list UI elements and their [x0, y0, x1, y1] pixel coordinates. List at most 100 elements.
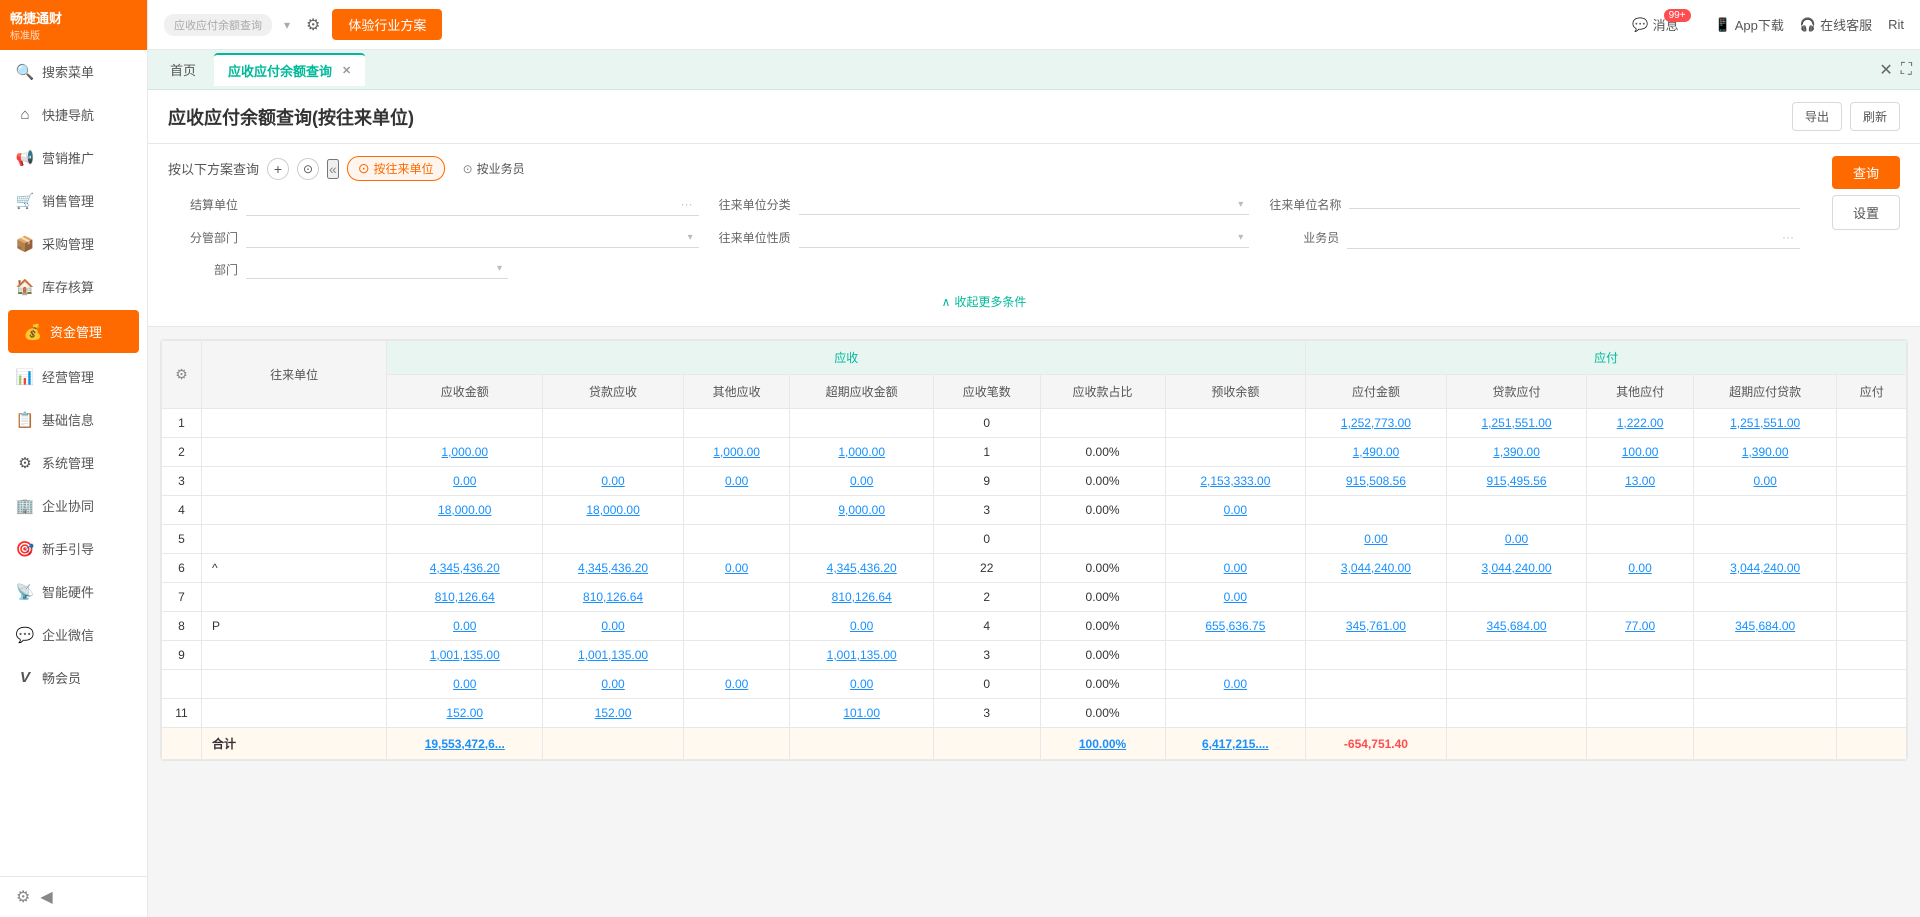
total-ar-prepay[interactable]: 6,417,215....: [1165, 728, 1306, 760]
corp-wechat-icon: 💬: [16, 626, 34, 644]
jiesuan-input-wrapper[interactable]: ···: [246, 193, 699, 216]
sidebar-item-finance[interactable]: 💰 资金管理: [8, 310, 139, 353]
table-row: 21,000.001,000.001,000.0010.00%1,490.001…: [162, 438, 1907, 467]
sidebar-item-inventory[interactable]: 🏠 库存核算: [0, 265, 147, 308]
th-ap-group: 应付: [1306, 341, 1907, 375]
filter-top: 按以下方案查询 + ⊙ « ⊙ 按往来单位 ⊙ 按业务员: [168, 156, 1800, 181]
filter-scheme2[interactable]: ⊙ 按业务员: [453, 157, 535, 180]
wanglai-fenlei-wrapper[interactable]: ▾: [799, 195, 1250, 215]
th-ap-other: 其他应付: [1587, 375, 1694, 409]
table-row: 6^4,345,436.204,345,436.200.004,345,436.…: [162, 554, 1907, 583]
msg-area[interactable]: 💬 消息 99+: [1632, 15, 1678, 34]
scheme1-icon: ⊙: [358, 160, 370, 177]
total-ar[interactable]: 19,553,472,6...: [387, 728, 543, 760]
settings-button[interactable]: 设置: [1832, 195, 1900, 230]
yewuyuan-wrapper[interactable]: ···: [1347, 226, 1800, 249]
filter-field-jiesuan: 结算单位 ···: [168, 193, 699, 216]
sidebar-item-label: 库存核算: [42, 277, 94, 296]
tab-home[interactable]: 首页: [156, 54, 210, 85]
fenguang-label: 分管部门: [168, 229, 238, 246]
collapse-more-btn[interactable]: ∧ 收起更多条件: [168, 289, 1800, 314]
topbar-right: 💬 消息 99+ 📱 App下载 🎧 在线客服 Rit: [1632, 15, 1904, 34]
sidebar-item-sales[interactable]: 🛒 销售管理: [0, 179, 147, 222]
th-ap-overdue: 超期应付贷款: [1693, 375, 1837, 409]
sidebar-item-member[interactable]: V 畅会员: [0, 656, 147, 699]
th-ar-group: 应收: [387, 341, 1306, 375]
settings-bottom-icon[interactable]: ⚙: [16, 887, 30, 907]
bumen-arrow[interactable]: ▾: [497, 263, 502, 274]
sidebar-item-system[interactable]: ⚙ 系统管理: [0, 441, 147, 484]
filter-row-2: 分管部门 ▾ 往来单位性质 ▾: [168, 226, 1800, 249]
wanglai-xingzhi-arrow[interactable]: ▾: [1238, 232, 1243, 243]
filter-area: 按以下方案查询 + ⊙ « ⊙ 按往来单位 ⊙ 按业务员: [148, 144, 1920, 327]
tab-close-icon[interactable]: ✕: [342, 64, 351, 77]
bumen-wrapper[interactable]: ▾: [246, 259, 508, 279]
filter-field-wanglai-fenlei: 往来单位分类 ▾: [719, 195, 1250, 215]
total-ar-ratio: 100.00%: [1040, 728, 1165, 760]
sidebar-item-purchase[interactable]: 📦 采购管理: [0, 222, 147, 265]
table-row: 0.000.000.000.0000.00%0.00: [162, 670, 1907, 699]
table-gear-icon[interactable]: ⚙: [175, 366, 188, 383]
search-menu-icon: 🔍: [16, 63, 34, 81]
industry-btn[interactable]: 体验行业方案: [332, 9, 442, 40]
filter-schema-button[interactable]: ⊙: [297, 158, 319, 180]
sidebar-item-label: 基础信息: [42, 410, 94, 429]
sidebar-item-corp-collab[interactable]: 🏢 企业协同: [0, 484, 147, 527]
sidebar-item-label: 资金管理: [50, 322, 102, 341]
tab-expand-btn[interactable]: ⛶: [1901, 61, 1912, 79]
export-button[interactable]: 导出: [1792, 102, 1842, 131]
wanglai-xingzhi-wrapper[interactable]: ▾: [799, 228, 1250, 248]
tab-arbalance-label: 应收应付余额查询: [228, 61, 332, 80]
inventory-icon: 🏠: [16, 278, 34, 296]
query-button[interactable]: 查询: [1832, 156, 1900, 189]
refresh-button[interactable]: 刷新: [1850, 102, 1900, 131]
fenguang-arrow[interactable]: ▾: [688, 232, 693, 243]
msg-badge: 99+: [1664, 9, 1691, 22]
tab-arbalance[interactable]: 应收应付余额查询 ✕: [214, 53, 365, 86]
th-ar-overdue: 超期应收金额: [790, 375, 934, 409]
jiesuan-label: 结算单位: [168, 196, 238, 213]
fenguang-wrapper[interactable]: ▾: [246, 228, 699, 248]
table-row: 418,000.0018,000.009,000.0030.00%0.00: [162, 496, 1907, 525]
jiesuan-dots-icon[interactable]: ···: [681, 197, 693, 211]
bumen-label: 部门: [168, 261, 238, 278]
wanglai-mingcheng-wrapper[interactable]: [1349, 200, 1800, 209]
sidebar-item-smart-hw[interactable]: 📡 智能硬件: [0, 570, 147, 613]
sidebar-item-guide[interactable]: 🎯 新手引导: [0, 527, 147, 570]
th-ar-ratio: 应收款占比: [1040, 375, 1165, 409]
sidebar-item-quick-nav[interactable]: ⌂ 快捷导航: [0, 93, 147, 136]
finance-icon: 💰: [24, 323, 42, 341]
yewuyuan-dots[interactable]: ···: [1782, 230, 1794, 244]
sidebar-item-operations[interactable]: 📊 经营管理: [0, 355, 147, 398]
filter-scheme1[interactable]: ⊙ 按往来单位: [347, 156, 445, 181]
sidebar-item-label: 采购管理: [42, 234, 94, 253]
user-info[interactable]: Rit: [1888, 17, 1904, 32]
tab-bar-right: ✕ ⛶: [1879, 60, 1912, 80]
th-ar-amount: 应收金额: [387, 375, 543, 409]
sidebar-item-corp-wechat[interactable]: 💬 企业微信: [0, 613, 147, 656]
wanglai-fenlei-arrow[interactable]: ▾: [1238, 199, 1243, 210]
online-service[interactable]: 🎧 在线客服: [1800, 15, 1872, 34]
collapse-bottom-icon[interactable]: ◀: [40, 887, 52, 907]
app-label: App下载: [1735, 15, 1784, 34]
topbar-gear-icon[interactable]: ⚙: [306, 15, 320, 35]
sidebar-item-search-menu[interactable]: 🔍 搜索菜单: [0, 50, 147, 93]
sidebar-item-label: 系统管理: [42, 453, 94, 472]
sidebar-item-label: 畅会员: [42, 668, 81, 687]
breadcrumb-dropdown-icon[interactable]: ▾: [284, 18, 290, 32]
sidebar-item-label: 快捷导航: [42, 105, 94, 124]
th-ar-prepay: 预收余额: [1165, 375, 1306, 409]
sidebar-item-base-info[interactable]: 📋 基础信息: [0, 398, 147, 441]
breadcrumb: 应收应付余额查询: [164, 14, 272, 36]
th-gear[interactable]: ⚙: [162, 341, 202, 409]
sidebar-item-marketing[interactable]: 📢 营销推广: [0, 136, 147, 179]
tab-close-btn[interactable]: ✕: [1879, 60, 1892, 80]
filter-collapse-button[interactable]: «: [327, 159, 339, 179]
filter-field-wanglai-xingzhi: 往来单位性质 ▾: [719, 228, 1250, 248]
col-name-label: 往来单位: [270, 368, 318, 382]
app-download[interactable]: 📱 App下载: [1715, 15, 1784, 34]
filter-row-3: 部门 ▾: [168, 259, 1800, 279]
main-area: 应收应付余额查询 ▾ ⚙ 体验行业方案 💬 消息 99+ 📱 App下载 🎧 在…: [148, 0, 1920, 917]
filter-field-fenguang: 分管部门 ▾: [168, 228, 699, 248]
filter-add-button[interactable]: +: [267, 158, 289, 180]
